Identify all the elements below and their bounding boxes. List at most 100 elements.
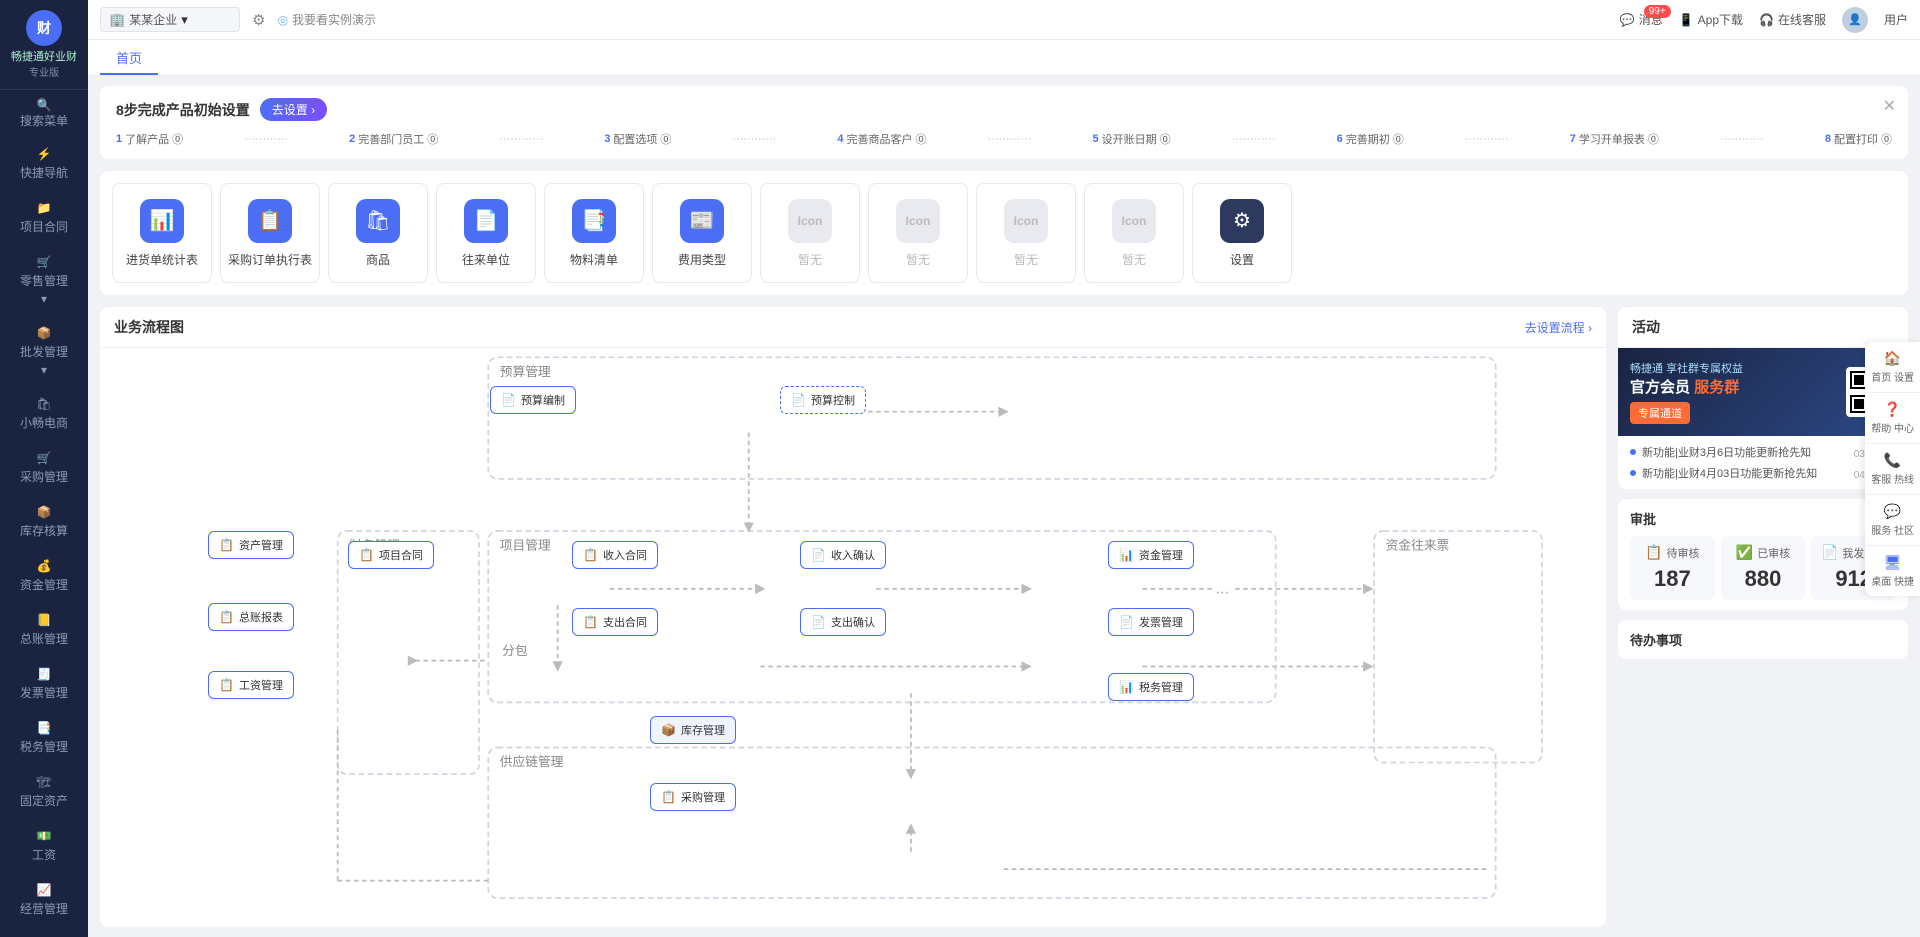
icon-card-1[interactable]: 📋 采购订单执行表 [220, 183, 320, 283]
sidebar-item-wholesale[interactable]: 📦 批发管理 ▾ [0, 316, 88, 387]
flow-node-purchase[interactable]: 📋 采购管理 [650, 783, 736, 811]
step-5-circle: ⓪ [1160, 131, 1171, 147]
company-selector[interactable]: 🏢 某某企业 ▾ [100, 7, 240, 32]
icon-card-10[interactable]: ⚙ 设置 [1192, 183, 1292, 283]
setup-goto-btn[interactable]: 去设置 › [260, 98, 327, 121]
icon-card-icon-2: 🛍 [356, 199, 400, 243]
flow-node-asset[interactable]: 📋 资产管理 [208, 531, 294, 559]
rqi-help[interactable]: ❓ 帮助 中心 [1865, 393, 1920, 444]
activity-title: 活动 [1632, 317, 1660, 337]
flow-node-expense-contract[interactable]: 📋 支出合同 [572, 608, 658, 636]
flow-setup-link[interactable]: 去设置流程 › [1525, 319, 1592, 336]
icon-card-4[interactable]: 📑 物料清单 [544, 183, 644, 283]
purchase-node-label: 采购管理 [681, 789, 725, 805]
flow-node-income-confirm[interactable]: 📄 收入确认 [800, 541, 886, 569]
step-dot-6: ············ [1408, 133, 1566, 145]
rqi-community[interactable]: 💬 服务 社区 [1865, 495, 1920, 546]
news-text-1[interactable]: 新功能|业财3月6日功能更新抢先知 [1642, 444, 1848, 460]
flow-node-tax[interactable]: 📊 税务管理 [1108, 673, 1194, 701]
approval-title: 审批 [1630, 509, 1896, 528]
ecommerce-icon: 🛍 [36, 397, 51, 411]
sidebar-item-quick-nav[interactable]: ⚡ 快捷导航 [0, 137, 88, 191]
flow-node-inventory[interactable]: 📦 库存管理 [650, 716, 736, 744]
flow-node-expense-confirm[interactable]: 📄 支出确认 [800, 608, 886, 636]
approval-card-pending[interactable]: 📋 待审核 187 [1630, 536, 1715, 600]
search-menu[interactable]: 🔍 搜索菜单 [0, 90, 88, 137]
step-dot-1: ············ [187, 133, 345, 145]
sidebar-item-retail[interactable]: 🛒 零售管理 ▾ [0, 245, 88, 316]
rqi-help-icon: ❓ [1884, 401, 1901, 418]
sidebar-item-project[interactable]: 📁 项目合同 [0, 191, 88, 245]
user-name[interactable]: 用户 [1884, 11, 1908, 28]
invoice-label: 发票管理 [20, 684, 68, 701]
topbar-settings-icon[interactable]: ⚙ [252, 11, 265, 29]
icon-card-8[interactable]: Icon 暂无 [976, 183, 1076, 283]
join-service-btn[interactable]: 专属通道 [1630, 402, 1690, 424]
approval-done-label: ✅ 已审核 [1729, 544, 1798, 561]
step-5: 5 设开账日期 ⓪ [1093, 131, 1171, 147]
inventory-node-icon: 📦 [661, 723, 676, 737]
sidebar-item-ledger[interactable]: 📒 总账管理 [0, 603, 88, 657]
demo-link[interactable]: ◎ 我要看实例演示 [277, 11, 376, 28]
rqi-home-settings[interactable]: 🏠 首页 设置 [1865, 342, 1920, 393]
flow-node-salary[interactable]: 📋 工资管理 [208, 671, 294, 699]
finance-icon: 💰 [37, 559, 52, 573]
icon-card-6[interactable]: Icon 暂无 [760, 183, 860, 283]
flow-title: 业务流程图 [114, 317, 184, 337]
icon-card-0[interactable]: 📊 进货单统计表 [112, 183, 212, 283]
project-contract-label: 项目合同 [379, 547, 423, 563]
online-service-btn[interactable]: 🎧 在线客服 [1759, 11, 1826, 28]
expense-confirm-icon: 📄 [811, 615, 826, 629]
icon-card-5[interactable]: 📰 费用类型 [652, 183, 752, 283]
icon-card-icon-7: Icon [896, 199, 940, 243]
sidebar-item-assets[interactable]: 🏗 固定资产 [0, 765, 88, 819]
step-4-num: 4 [837, 133, 843, 145]
flow-node-income-contract[interactable]: 📋 收入合同 [572, 541, 658, 569]
step-4: 4 完善商品客户 ⓪ [837, 131, 926, 147]
news-item-2: 新功能|业财4月03日功能更新抢先知 04月03日 [1630, 465, 1896, 481]
flow-node-invoice[interactable]: 📄 发票管理 [1108, 608, 1194, 636]
search-label: 搜索菜单 [20, 114, 68, 128]
topbar-right: 💬 消息 99+ 📱 App下载 🎧 在线客服 👤 用户 [1620, 7, 1908, 33]
flow-node-project-contract[interactable]: 📋 项目合同 [348, 541, 434, 569]
sidebar-item-inventory[interactable]: 📦 库存核算 [0, 495, 88, 549]
sidebar-item-finance[interactable]: 💰 资金管理 [0, 549, 88, 603]
done-label-text: 已审核 [1757, 545, 1790, 561]
icon-card-3[interactable]: 📄 往来单位 [436, 183, 536, 283]
app-download-btn[interactable]: 📱 App下载 [1679, 11, 1743, 28]
sidebar-item-salary[interactable]: 💵 工资 [0, 819, 88, 873]
content: 8步完成产品初始设置 去设置 › ✕ 1 了解产品 ⓪ ············… [88, 76, 1920, 937]
step-1-text: 了解产品 [125, 131, 169, 147]
flow-node-ledger[interactable]: 📋 总账报表 [208, 603, 294, 631]
app-download-label: App下载 [1698, 11, 1743, 28]
invoice-node-icon: 📄 [1119, 615, 1134, 629]
sidebar-item-ecommerce[interactable]: 🛍 小畅电商 [0, 387, 88, 441]
ledger-node-label: 总账报表 [239, 609, 283, 625]
flow-node-budget-ctrl[interactable]: 📄 预算控制 [780, 386, 866, 414]
step-dot-3: ············ [675, 133, 833, 145]
rqi-desktop[interactable]: 🖥 桌面 快捷 [1865, 546, 1920, 596]
sidebar-item-invoice[interactable]: 🧾 发票管理 [0, 657, 88, 711]
icon-card-9[interactable]: Icon 暂无 [1084, 183, 1184, 283]
icon-card-2[interactable]: 🛍 商品 [328, 183, 428, 283]
user-avatar[interactable]: 👤 [1842, 7, 1868, 33]
purchase-node-icon: 📋 [661, 790, 676, 804]
flow-node-capital[interactable]: 📊 资金管理 [1108, 541, 1194, 569]
step-dot-7: ············ [1663, 133, 1821, 145]
sidebar-item-purchase[interactable]: 🛒 采购管理 [0, 441, 88, 495]
approval-card-done[interactable]: ✅ 已审核 880 [1721, 536, 1806, 600]
tab-home[interactable]: 首页 [100, 42, 158, 75]
flow-node-budget-make[interactable]: 📄 预算编制 [490, 386, 576, 414]
ecommerce-label: 小畅电商 [20, 414, 68, 431]
rqi-hotline[interactable]: 📞 客服 热线 [1865, 444, 1920, 495]
icon-card-7[interactable]: Icon 暂无 [868, 183, 968, 283]
message-btn[interactable]: 💬 消息 99+ [1620, 11, 1663, 28]
news-text-2[interactable]: 新功能|业财4月03日功能更新抢先知 [1642, 465, 1848, 481]
sidebar-item-ops[interactable]: 📈 经营管理 [0, 873, 88, 927]
setup-close-btn[interactable]: ✕ [1883, 96, 1896, 116]
sidebar-item-tax[interactable]: 📑 税务管理 [0, 711, 88, 765]
tax-node-icon: 📊 [1119, 680, 1134, 694]
sidebar-item-expense[interactable]: 💳 小畅报销 [0, 927, 88, 937]
project-icon: 📁 [37, 201, 52, 215]
step-8: 8 配置打印 ⓪ [1825, 131, 1892, 147]
